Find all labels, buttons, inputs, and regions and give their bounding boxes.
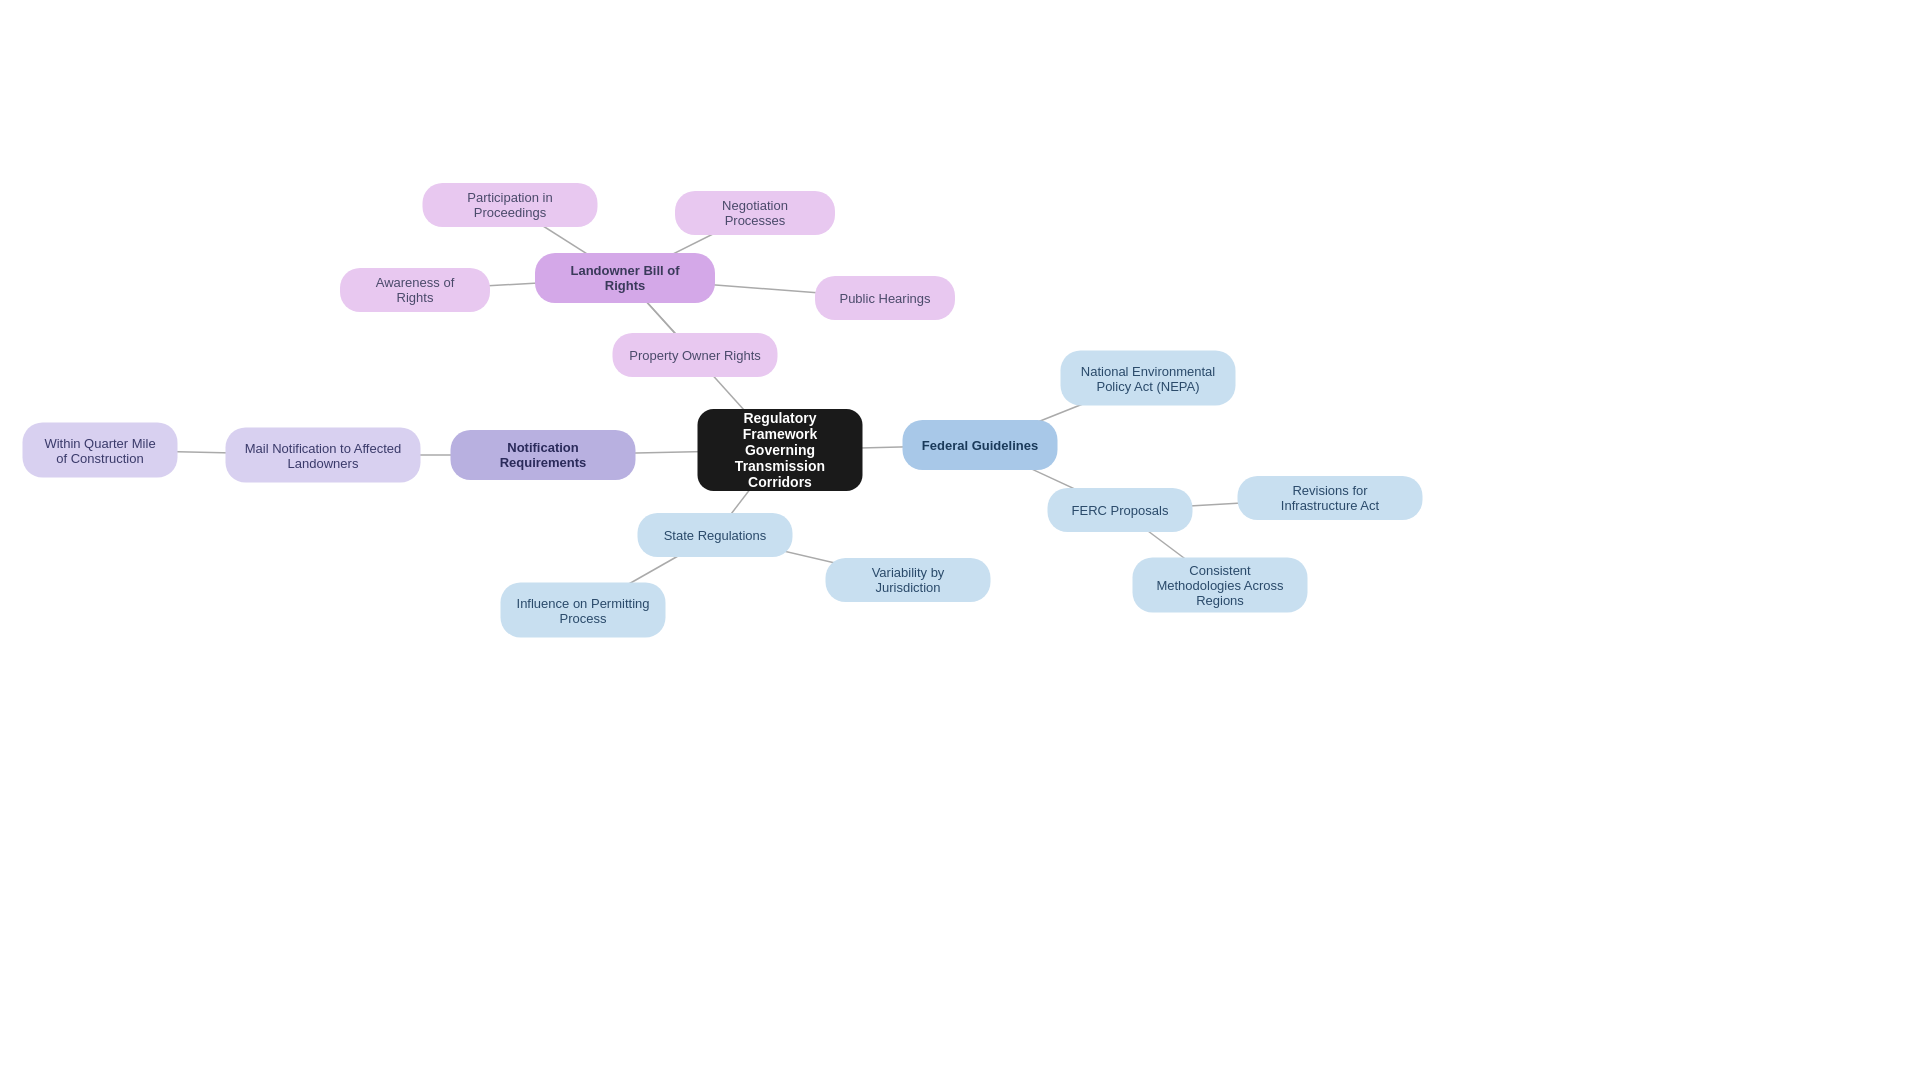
node-ferc[interactable]: FERC Proposals [1048, 488, 1193, 532]
node-public-hearings[interactable]: Public Hearings [815, 276, 955, 320]
node-variability[interactable]: Variability by Jurisdiction [826, 558, 991, 602]
node-landowner-bill[interactable]: Landowner Bill of Rights [535, 253, 715, 303]
connections-svg [0, 0, 1920, 1083]
node-center[interactable]: Regulatory Framework Governing Transmiss… [698, 409, 863, 491]
node-influence[interactable]: Influence on Permitting Process [501, 583, 666, 638]
node-negotiation[interactable]: Negotiation Processes [675, 191, 835, 235]
node-nepa[interactable]: National Environmental Policy Act (NEPA) [1061, 351, 1236, 406]
node-mail-notification[interactable]: Mail Notification to Affected Landowners [226, 428, 421, 483]
node-consistent[interactable]: Consistent Methodologies Across Regions [1133, 558, 1308, 613]
mindmap-container: Regulatory Framework Governing Transmiss… [0, 0, 1920, 1083]
node-state-regs[interactable]: State Regulations [638, 513, 793, 557]
node-awareness[interactable]: Awareness of Rights [340, 268, 490, 312]
node-property-owner[interactable]: Property Owner Rights [613, 333, 778, 377]
node-revisions[interactable]: Revisions for Infrastructure Act [1238, 476, 1423, 520]
node-participation[interactable]: Participation in Proceedings [423, 183, 598, 227]
node-within-quarter[interactable]: Within Quarter Mile of Construction [23, 423, 178, 478]
node-federal-guidelines[interactable]: Federal Guidelines [903, 420, 1058, 470]
node-notification-req[interactable]: Notification Requirements [451, 430, 636, 480]
